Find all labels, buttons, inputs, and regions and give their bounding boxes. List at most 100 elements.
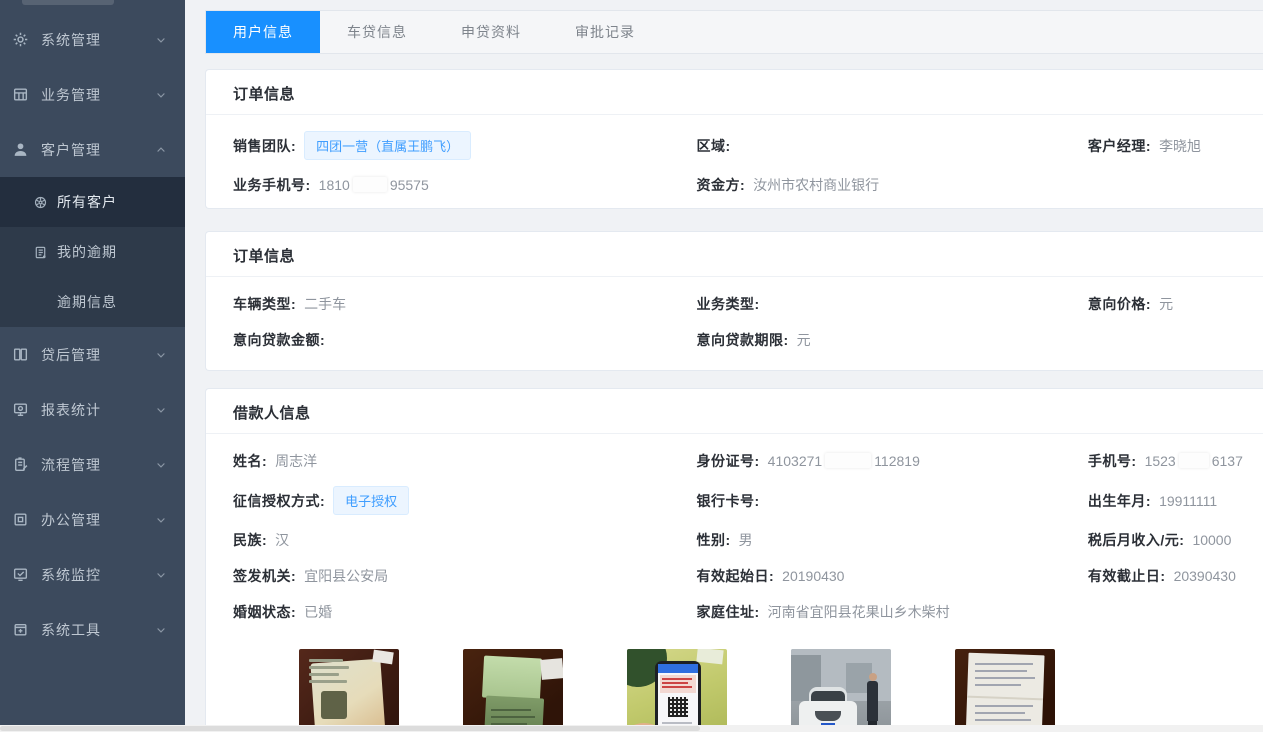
field-biz-phone: 业务手机号: 181095575 <box>233 174 697 196</box>
photo-handwritten-document[interactable] <box>955 649 1055 732</box>
monitor-chart-icon <box>12 401 29 418</box>
photo-green-booklet[interactable] <box>463 649 563 732</box>
sales-team-tag[interactable]: 四团一营（直属王鹏飞） <box>304 131 471 160</box>
field-loan-amount: 意向贷款金额: <box>233 329 697 351</box>
field-label: 出生年月: <box>1088 491 1151 511</box>
scrollbar-thumb[interactable] <box>0 726 700 731</box>
field-value: 汉 <box>275 530 289 550</box>
field-intent-price: 意向价格: 元 <box>1088 293 1263 315</box>
sidebar-item-process[interactable]: 流程管理 <box>0 437 185 492</box>
sidebar-item-label: 所有客户 <box>57 192 117 212</box>
field-label: 有效截止日: <box>1088 566 1166 586</box>
sidebar-item-monitor[interactable]: 系统监控 <box>0 547 185 602</box>
field-label: 车辆类型: <box>233 294 296 314</box>
sidebar-item-overdue-info[interactable]: 逾期信息 <box>0 277 185 327</box>
field-marital: 婚姻状态: 已婚 <box>233 601 697 623</box>
sidebar-item-post-loan[interactable]: 贷后管理 <box>0 327 185 382</box>
privacy-mask <box>825 453 871 468</box>
field-value: 10000 <box>1192 532 1231 548</box>
sidebar-item-label: 系统工具 <box>41 620 101 640</box>
field-phone: 手机号: 15236137 <box>1088 450 1263 472</box>
field-value: 19911111 <box>1159 493 1217 509</box>
clipboard-pen-icon <box>12 456 29 473</box>
field-manager: 客户经理: 李晓旭 <box>1088 135 1263 157</box>
horizontal-scrollbar[interactable] <box>0 725 1263 732</box>
sidebar-item-system[interactable]: 系统管理 <box>0 12 185 67</box>
sidebar-item-all-customers[interactable]: 所有客户 <box>0 177 185 227</box>
sidebar: 系统管理 业务管理 客户管理 <box>0 0 185 725</box>
field-value: 河南省宜阳县花果山乡木柴村 <box>768 602 950 622</box>
field-income: 税后月收入/元: 10000 <box>1088 529 1263 551</box>
field-loan-term: 意向贷款期限: 元 <box>697 329 1088 351</box>
tab-loan-docs[interactable]: 申贷资料 <box>434 11 548 53</box>
customer-submenu: 所有客户 我的逾期 逾期信息 <box>0 177 185 327</box>
field-value: 汝州市农村商业银行 <box>753 175 879 195</box>
chevron-up-icon <box>155 144 167 156</box>
field-label: 意向价格: <box>1088 294 1151 314</box>
field-value: 已婚 <box>304 602 332 622</box>
field-label: 征信授权方式: <box>233 491 325 511</box>
card-title: 借款人信息 <box>206 389 1263 434</box>
sidebar-item-label: 系统管理 <box>41 30 101 50</box>
photo-id-card[interactable] <box>299 649 399 732</box>
field-label: 身份证号: <box>697 451 760 471</box>
wheel-icon <box>33 195 48 210</box>
field-label: 资金方: <box>697 175 746 195</box>
chevron-down-icon <box>155 404 167 416</box>
field-label: 民族: <box>233 530 267 550</box>
field-valid-to: 有效截止日: 20390430 <box>1088 565 1263 587</box>
field-label: 姓名: <box>233 451 267 471</box>
card-title: 订单信息 <box>206 70 1263 115</box>
field-label: 有效起始日: <box>697 566 775 586</box>
field-name: 姓名: 周志洋 <box>233 450 697 472</box>
chevron-down-icon <box>155 34 167 46</box>
monitor-check-icon <box>12 566 29 583</box>
field-bank-card: 银行卡号: <box>697 490 1088 512</box>
loan-intent-card: 订单信息 车辆类型: 二手车 业务类型: 意向价格: 元 意向贷款金额: <box>205 231 1263 371</box>
field-label: 税后月收入/元: <box>1088 530 1185 550</box>
chevron-down-icon <box>155 624 167 636</box>
field-label: 客户经理: <box>1088 136 1151 156</box>
sidebar-item-customer[interactable]: 客户管理 <box>0 122 185 177</box>
field-label: 家庭住址: <box>697 602 760 622</box>
field-vehicle-type: 车辆类型: 二手车 <box>233 293 697 315</box>
photo-person-with-car[interactable] <box>791 649 891 732</box>
field-id-number: 身份证号: 4103271112819 <box>697 450 1088 472</box>
chevron-down-icon <box>155 569 167 581</box>
field-label: 业务手机号: <box>233 175 311 195</box>
open-book-icon <box>12 346 29 363</box>
sidebar-item-office[interactable]: 办公管理 <box>0 492 185 547</box>
box-plus-icon <box>12 621 29 638</box>
sidebar-item-label: 报表统计 <box>41 400 101 420</box>
privacy-mask <box>353 177 387 192</box>
field-value: 男 <box>739 530 753 550</box>
tab-car-loan-info[interactable]: 车贷信息 <box>320 11 434 53</box>
sidebar-item-label: 逾期信息 <box>57 292 117 312</box>
tab-approval-records[interactable]: 审批记录 <box>548 11 662 53</box>
sidebar-item-business[interactable]: 业务管理 <box>0 67 185 122</box>
sidebar-item-label: 流程管理 <box>41 455 101 475</box>
gear-icon <box>12 31 29 48</box>
sidebar-item-tools[interactable]: 系统工具 <box>0 602 185 657</box>
chevron-down-icon <box>155 514 167 526</box>
photo-phone-qr[interactable] <box>627 649 727 732</box>
field-label: 区域: <box>697 136 731 156</box>
sidebar-item-my-overdue[interactable]: 我的逾期 <box>0 227 185 277</box>
field-label: 意向贷款期限: <box>697 330 789 350</box>
sidebar-item-label: 客户管理 <box>41 140 101 160</box>
field-label: 销售团队: <box>233 136 296 156</box>
sidebar-item-label: 业务管理 <box>41 85 101 105</box>
field-biz-type: 业务类型: <box>697 293 1088 315</box>
sidebar-item-reports[interactable]: 报表统计 <box>0 382 185 437</box>
field-issuer: 签发机关: 宜阳县公安局 <box>233 565 697 587</box>
sidebar-item-label: 办公管理 <box>41 510 101 530</box>
field-funder: 资金方: 汝州市农村商业银行 <box>697 174 1088 196</box>
chevron-down-icon <box>155 349 167 361</box>
tab-user-info[interactable]: 用户信息 <box>206 11 320 53</box>
document-photos: 身份证 驾驶证照片 <box>233 637 1263 732</box>
field-label: 性别: <box>697 530 731 550</box>
credit-auth-tag[interactable]: 电子授权 <box>333 486 409 515</box>
field-value: 宜阳县公安局 <box>304 566 388 586</box>
field-value: 二手车 <box>304 294 346 314</box>
field-value: 181095575 <box>319 177 429 193</box>
